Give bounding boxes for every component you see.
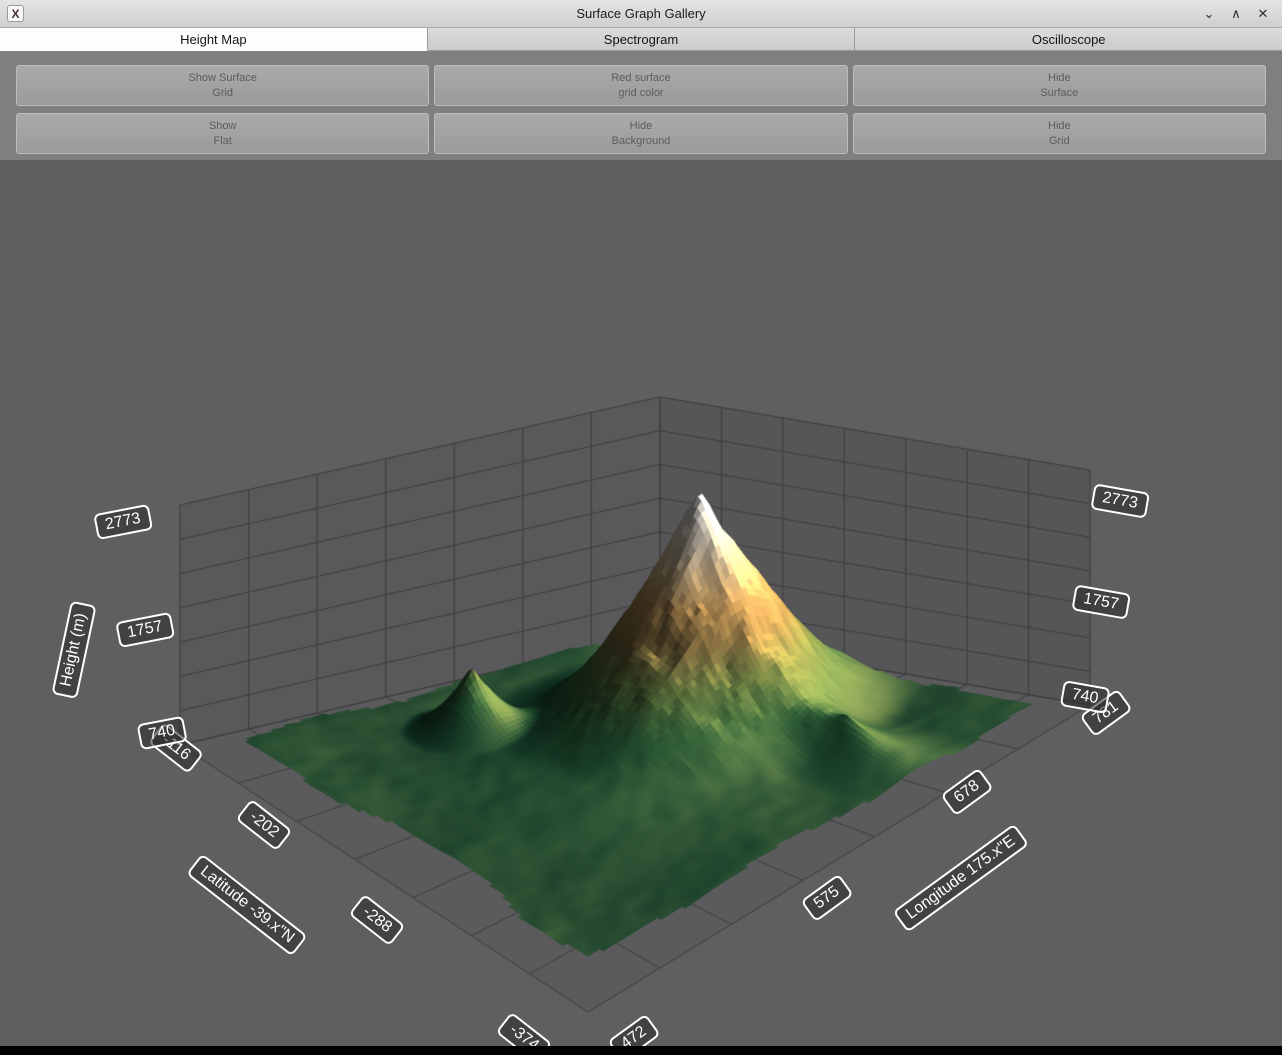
show-flat-button[interactable]: Show Flat (16, 113, 429, 154)
tab-spectrogram[interactable]: Spectrogram (428, 28, 856, 51)
button-label-line: Grid (212, 86, 233, 101)
button-label-line: Show (209, 119, 237, 134)
button-label-line: Hide (1048, 119, 1071, 134)
button-label-line: Background (612, 134, 671, 149)
surface-grid-color-button[interactable]: Red surface grid color (434, 65, 847, 106)
button-label-line: Flat (213, 134, 231, 149)
window-maximize-button[interactable]: ∧ (1227, 6, 1245, 22)
bottom-edge (0, 1046, 1282, 1055)
window-controls: ⌄ ∧ ✕ (1200, 6, 1282, 22)
button-label-line: Show Surface (188, 71, 256, 86)
window-shade-button[interactable]: ⌄ (1200, 6, 1218, 22)
button-label-line: Red surface (611, 71, 670, 86)
hide-surface-button[interactable]: Hide Surface (853, 65, 1266, 106)
titlebar: X Surface Graph Gallery ⌄ ∧ ✕ (0, 0, 1282, 28)
button-label-line: Hide (630, 119, 653, 134)
toolbar: Show Surface Grid Red surface grid color… (0, 51, 1282, 160)
tab-height-map[interactable]: Height Map (0, 28, 428, 51)
button-label-line: Hide (1048, 71, 1071, 86)
button-label-line: grid color (618, 86, 663, 101)
app-icon: X (7, 5, 24, 22)
window-title: Surface Graph Gallery (0, 6, 1282, 21)
hide-grid-button[interactable]: Hide Grid (853, 113, 1266, 154)
surface-3d-view[interactable] (0, 160, 1282, 1046)
tab-oscilloscope[interactable]: Oscilloscope (855, 28, 1282, 51)
surface-plot: -116-202-288-374781678575472277317577402… (0, 160, 1282, 1046)
hide-background-button[interactable]: Hide Background (434, 113, 847, 154)
show-surface-grid-button[interactable]: Show Surface Grid (16, 65, 429, 106)
button-label-line: Surface (1040, 86, 1078, 101)
app-window: X Surface Graph Gallery ⌄ ∧ ✕ Height Map… (0, 0, 1282, 1055)
window-close-button[interactable]: ✕ (1254, 6, 1272, 22)
button-label-line: Grid (1049, 134, 1070, 149)
tab-bar: Height Map Spectrogram Oscilloscope (0, 28, 1282, 51)
